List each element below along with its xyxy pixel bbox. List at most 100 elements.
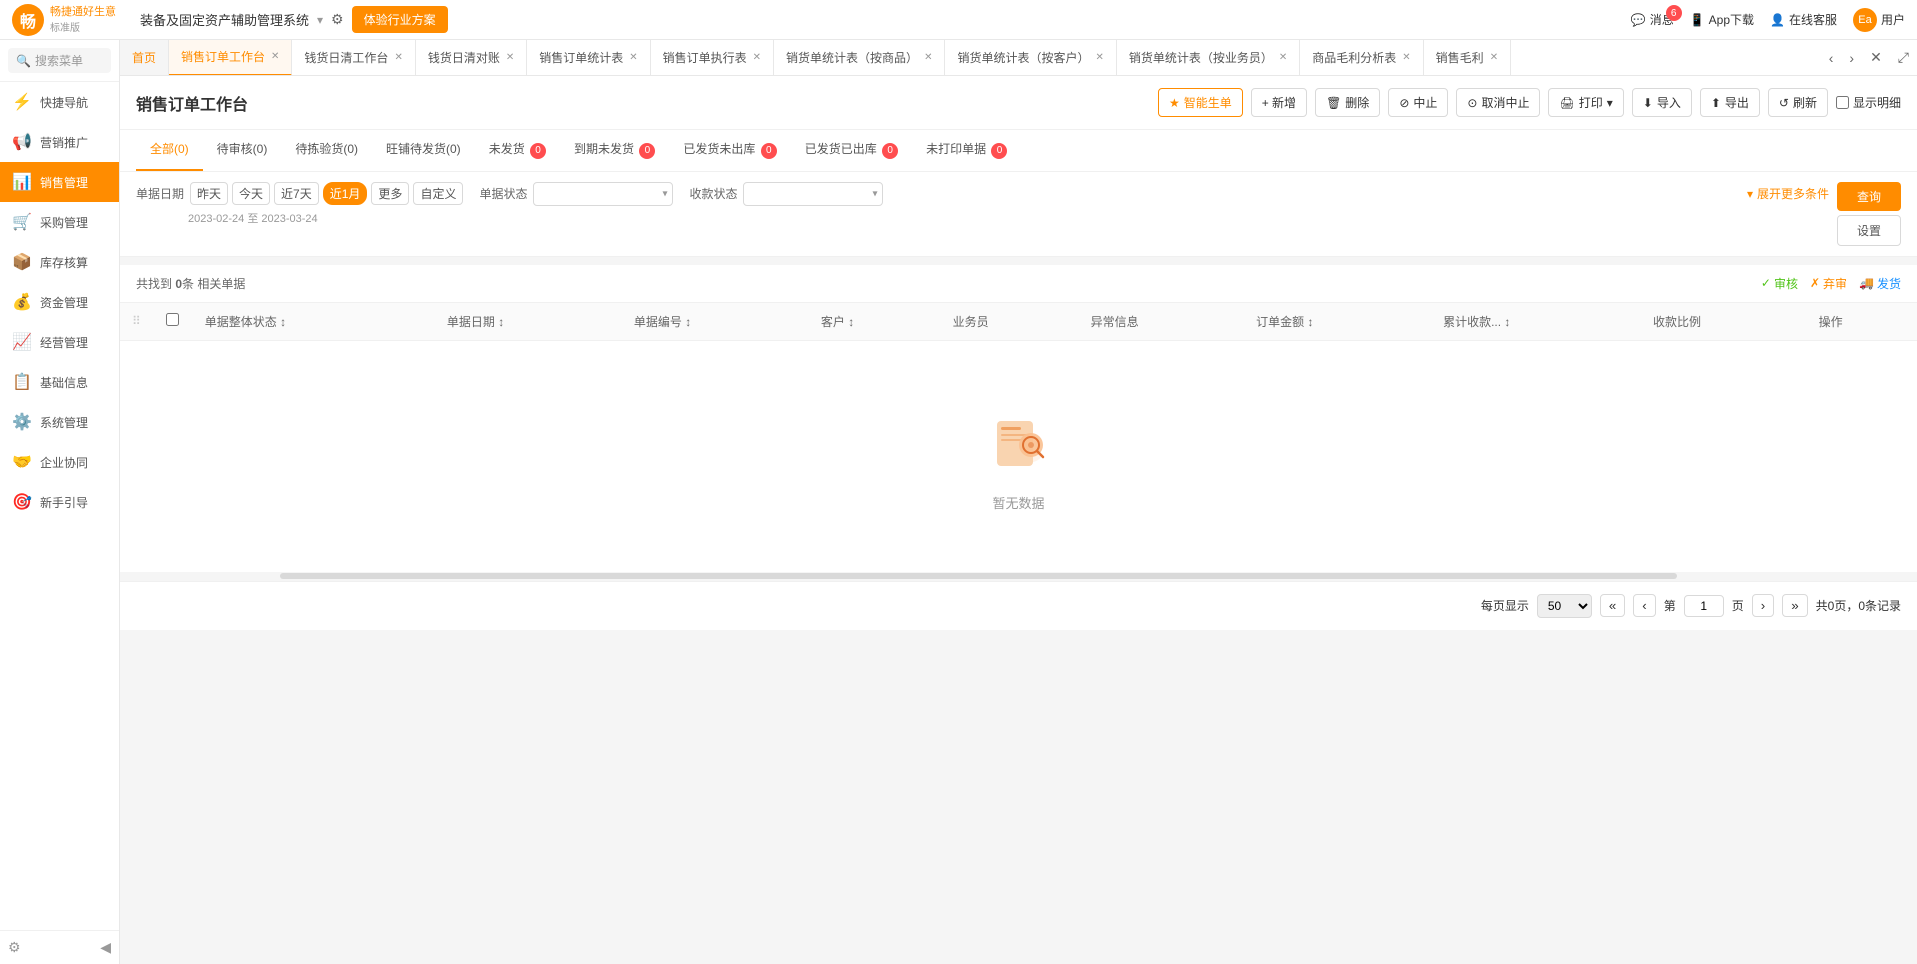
tab-scroll-right-btn[interactable]: › xyxy=(1841,40,1862,76)
page-prev-btn[interactable]: ‹ xyxy=(1633,594,1655,617)
tab-more-btn[interactable]: ✕ xyxy=(1862,40,1890,76)
sidebar-item-guide[interactable]: 🎯 新手引导 xyxy=(0,482,119,522)
sidebar-item-inventory[interactable]: 📦 库存核算 xyxy=(0,242,119,282)
expand-conditions-btn[interactable]: ▾ 展开更多条件 xyxy=(1747,185,1829,202)
tab-sales-summary-customer-close[interactable]: ✕ xyxy=(1095,52,1103,63)
sidebar-item-marketing[interactable]: 📢 营销推广 xyxy=(0,122,119,162)
date-custom-btn[interactable]: 自定义 xyxy=(413,182,463,205)
filter-area: 单据日期 昨天 今天 近7天 近1月 更多 自定义 xyxy=(120,172,1917,257)
filter-tab-overdue[interactable]: 到期未发货 0 xyxy=(560,130,669,171)
user-btn[interactable]: Ea 用户 xyxy=(1853,8,1905,32)
tab-sales-stats-close[interactable]: ✕ xyxy=(629,52,637,63)
tab-sales-summary-staff[interactable]: 销货单统计表（按业务员） ✕ xyxy=(1117,40,1300,76)
tab-cash-daily-close[interactable]: ✕ xyxy=(394,52,402,63)
payment-select[interactable] xyxy=(743,182,883,206)
sidebar-item-quick-nav[interactable]: ⚡ 快捷导航 xyxy=(0,82,119,122)
app-download-btn[interactable]: 📱 App下载 xyxy=(1690,11,1754,28)
tab-home[interactable]: 首页 xyxy=(120,40,169,76)
per-page-select[interactable]: 50 10 20 100 xyxy=(1537,594,1592,618)
date-more-btn[interactable]: 更多 xyxy=(371,182,409,205)
tab-margin-analysis-close[interactable]: ✕ xyxy=(1402,52,1410,63)
system-dropdown-btn[interactable]: ▾ xyxy=(317,13,323,27)
horizontal-scrollbar[interactable] xyxy=(280,573,1677,579)
filter-tab-not-printed[interactable]: 未打印单据 0 xyxy=(912,130,1021,171)
tab-expand-btn[interactable]: ⤢ xyxy=(1890,40,1917,76)
add-btn[interactable]: + 新增 xyxy=(1251,88,1307,117)
tab-sales-workbench-close[interactable]: ✕ xyxy=(271,51,279,62)
sidebar-search[interactable]: 🔍 搜索菜单 xyxy=(0,40,119,82)
sidebar-item-enterprise[interactable]: 🤝 企业协同 xyxy=(0,442,119,482)
status-select[interactable] xyxy=(533,182,673,206)
page-next-btn[interactable]: › xyxy=(1752,594,1774,617)
export-btn[interactable]: ⬆ 导出 xyxy=(1700,88,1760,117)
review-action-btn[interactable]: ✓ 审核 xyxy=(1761,275,1798,292)
tab-cash-daily[interactable]: 钱货日清工作台 ✕ xyxy=(292,40,415,76)
th-status-sort[interactable]: 单据整体状态 ↕ xyxy=(205,313,286,330)
filter-tab-shipped-out[interactable]: 已发货已出库 0 xyxy=(791,130,912,171)
tab-sales-summary-product-close[interactable]: ✕ xyxy=(924,52,932,63)
sidebar-settings-btn[interactable]: ⚙ xyxy=(8,939,21,956)
delete-btn[interactable]: 🗑 删除 xyxy=(1315,88,1380,117)
th-customer-sort[interactable]: 客户 ↕ xyxy=(821,313,854,330)
th-date-sort[interactable]: 单据日期 ↕ xyxy=(447,313,504,330)
tab-scroll-left-btn[interactable]: ‹ xyxy=(1821,40,1842,76)
th-amount-sort[interactable]: 订单金额 ↕ xyxy=(1256,313,1313,330)
tab-margin-analysis[interactable]: 商品毛利分析表 ✕ xyxy=(1300,40,1423,76)
page-last-btn[interactable]: » xyxy=(1782,594,1807,617)
sidebar-item-operation[interactable]: 📈 经营管理 xyxy=(0,322,119,362)
tab-sales-workbench[interactable]: 销售订单工作台 ✕ xyxy=(169,40,292,76)
th-received-sort[interactable]: 累计收款... ↕ xyxy=(1443,313,1510,330)
tab-sales-profit-close[interactable]: ✕ xyxy=(1490,52,1498,63)
refresh-btn[interactable]: ↺ 刷新 xyxy=(1768,88,1828,117)
tab-sales-exec-close[interactable]: ✕ xyxy=(753,52,761,63)
smart-generate-btn[interactable]: ★ 智能生单 xyxy=(1158,88,1243,117)
page-input[interactable] xyxy=(1684,595,1724,617)
date-today-btn[interactable]: 今天 xyxy=(232,182,270,205)
tab-sales-summary-staff-close[interactable]: ✕ xyxy=(1279,52,1287,63)
print-btn[interactable]: 🖨 打印 ▾ xyxy=(1548,88,1623,117)
show-detail-checkbox[interactable] xyxy=(1836,96,1849,109)
tab-sales-summary-customer[interactable]: 销货单统计表（按客户） ✕ xyxy=(945,40,1116,76)
import-btn[interactable]: ⬇ 导入 xyxy=(1632,88,1692,117)
set-btn[interactable]: 设置 xyxy=(1837,215,1901,246)
select-all-checkbox[interactable] xyxy=(166,313,179,326)
tab-sales-stats[interactable]: 销售订单统计表 ✕ xyxy=(527,40,650,76)
filter-tab-wangpu[interactable]: 旺铺待发货(0) xyxy=(372,130,475,171)
unreview-action-btn[interactable]: ✗ 弃审 xyxy=(1810,275,1847,292)
show-detail-label[interactable]: 显示明细 xyxy=(1836,94,1901,111)
tab-sales-summary-product[interactable]: 销货单统计表（按商品） ✕ xyxy=(774,40,945,76)
tab-sales-profit[interactable]: 销售毛利 ✕ xyxy=(1424,40,1511,76)
show-detail-text: 显示明细 xyxy=(1853,94,1901,111)
filter-tab-pending-inspect[interactable]: 待拣验货(0) xyxy=(281,130,372,171)
tab-sales-stats-label: 销售订单统计表 xyxy=(539,49,623,66)
sidebar-item-sales[interactable]: 📊 销售管理 xyxy=(0,162,119,202)
date-yesterday-btn[interactable]: 昨天 xyxy=(190,182,228,205)
sidebar-collapse-btn[interactable]: ◀ xyxy=(100,939,111,956)
messages-btn[interactable]: 💬 消息 6 xyxy=(1631,11,1674,28)
cancel-stop-btn[interactable]: ⊙ 取消中止 xyxy=(1456,88,1540,117)
filter-tab-not-shipped[interactable]: 未发货 0 xyxy=(475,130,560,171)
sidebar-item-purchase[interactable]: 🛒 采购管理 xyxy=(0,202,119,242)
sidebar-item-label: 营销推广 xyxy=(40,134,88,151)
pagination: 每页显示 50 10 20 100 « ‹ 第 页 › » 共0页，0条记录 xyxy=(120,581,1917,630)
settings-btn[interactable]: ⚙ xyxy=(331,11,344,28)
online-service-btn[interactable]: 👤 在线客服 xyxy=(1770,11,1837,28)
tab-cash-reconcile-close[interactable]: ✕ xyxy=(506,52,514,63)
import-btn-label: 导入 xyxy=(1657,94,1681,111)
tab-sales-exec[interactable]: 销售订单执行表 ✕ xyxy=(651,40,774,76)
sidebar-item-finance[interactable]: 💰 资金管理 xyxy=(0,282,119,322)
sidebar-item-system[interactable]: ⚙️ 系统管理 xyxy=(0,402,119,442)
filter-tab-shipped-not-out[interactable]: 已发货未出库 0 xyxy=(669,130,790,171)
ship-action-btn[interactable]: 🚚 发货 xyxy=(1859,275,1901,292)
date-7days-btn[interactable]: 近7天 xyxy=(274,182,319,205)
stop-btn[interactable]: ⊘ 中止 xyxy=(1388,88,1448,117)
th-no-sort[interactable]: 单据编号 ↕ xyxy=(634,313,691,330)
filter-tab-pending-review[interactable]: 待审核(0) xyxy=(203,130,282,171)
tab-cash-reconcile[interactable]: 钱货日清对账 ✕ xyxy=(416,40,527,76)
trial-btn[interactable]: 体验行业方案 xyxy=(352,6,448,33)
date-1month-btn[interactable]: 近1月 xyxy=(323,182,368,205)
filter-tab-all[interactable]: 全部(0) xyxy=(136,130,203,171)
page-first-btn[interactable]: « xyxy=(1600,594,1625,617)
sidebar-item-basic[interactable]: 📋 基础信息 xyxy=(0,362,119,402)
query-btn[interactable]: 查询 xyxy=(1837,182,1901,211)
